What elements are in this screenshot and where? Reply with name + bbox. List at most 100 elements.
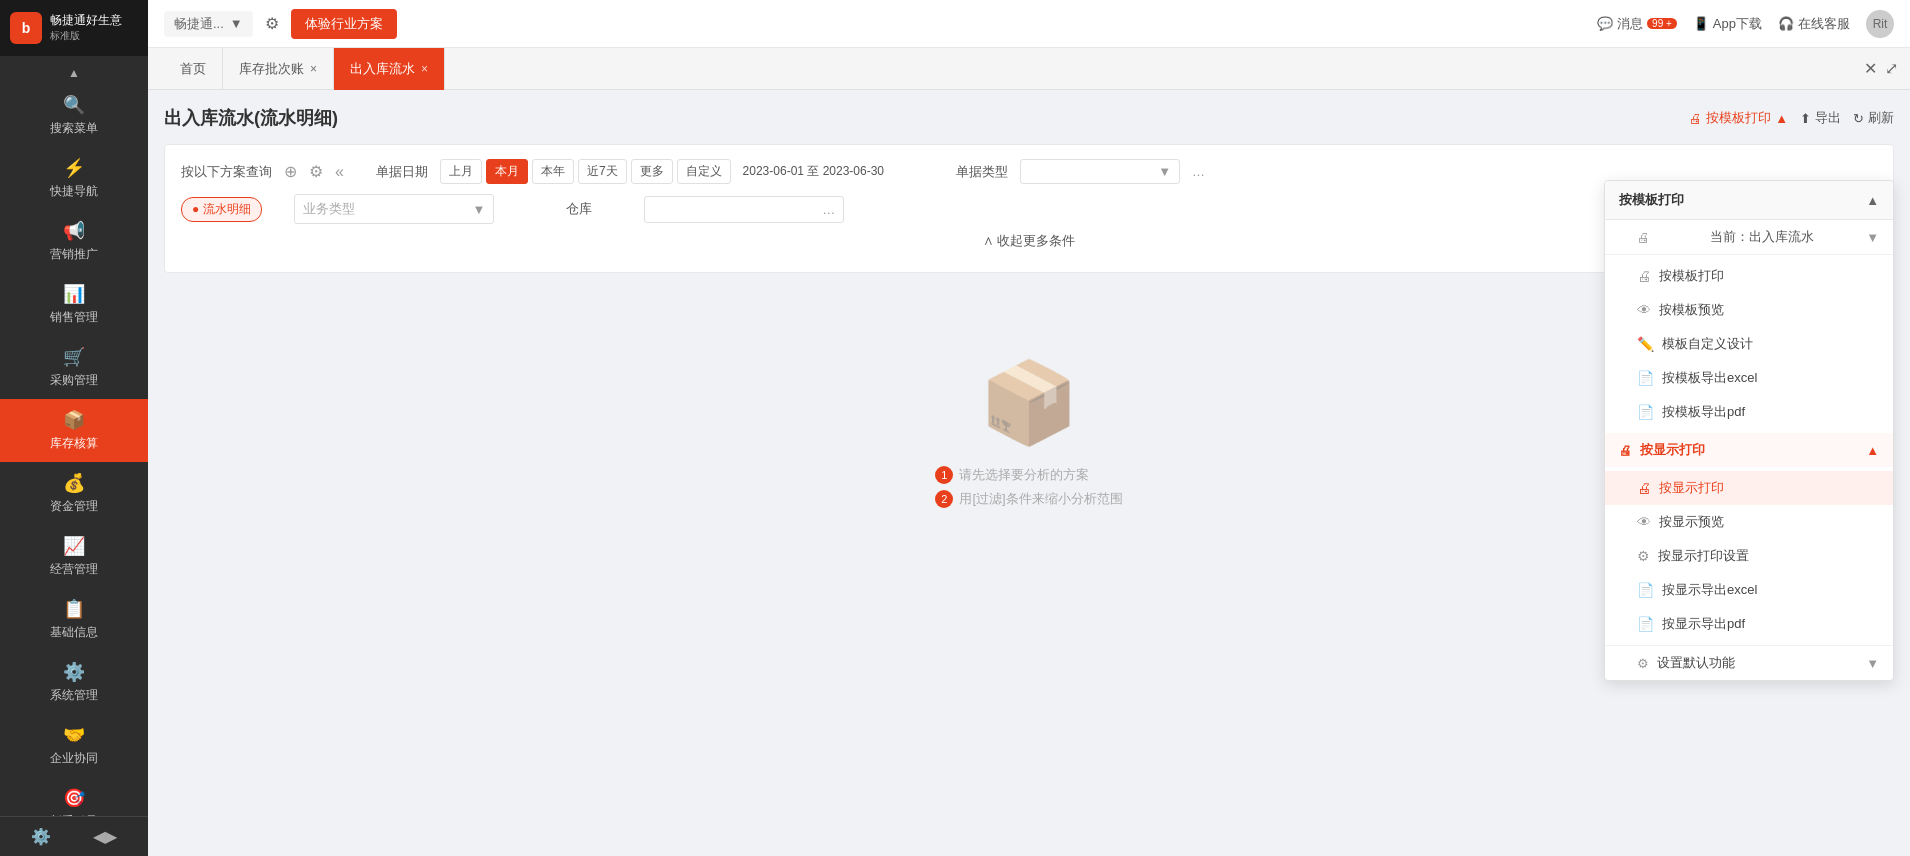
sidebar-item-search[interactable]: 🔍 搜索菜单 — [0, 84, 148, 147]
app-download-btn[interactable]: 📱 App下载 — [1693, 15, 1762, 33]
sidebar-item-quick-nav[interactable]: ⚡ 快捷导航 — [0, 147, 148, 210]
notification-badge: 99 + — [1647, 18, 1677, 29]
main-area: 畅捷通... ▼ ⚙ 体验行业方案 💬 消息 99 + 📱 App下载 🎧 在线… — [148, 0, 1910, 856]
download-icon: 📱 — [1693, 16, 1709, 31]
print-template-label: 按模板打印 — [1706, 109, 1771, 127]
print-template-btn[interactable]: 🖨 按模板打印 ▲ — [1689, 109, 1788, 127]
filter-settings-icon[interactable]: ⚙ — [309, 162, 323, 181]
sidebar-item-label: 快捷导航 — [50, 183, 98, 200]
enterprise-icon: 🤝 — [63, 724, 85, 746]
dp-display-settings[interactable]: ⚙ 按显示打印设置 — [1605, 539, 1893, 573]
tab-batch[interactable]: 库存批次账 × — [223, 48, 334, 90]
type-more-icon[interactable]: … — [1192, 164, 1205, 179]
dp-display-section-header[interactable]: 🖨 按显示打印 ▲ — [1605, 433, 1893, 467]
sidebar-item-label: 营销推广 — [50, 246, 98, 263]
dp-template-preview[interactable]: 👁 按模板预览 — [1605, 293, 1893, 327]
print-dropdown-panel: 按模板打印 ▲ 🖨 当前：出入库流水 ▼ 🖨 按模板打印 👁 按模板预览 — [1604, 180, 1894, 681]
dp-template-excel[interactable]: 📄 按模板导出excel — [1605, 361, 1893, 395]
dp-template-custom-label: 模板自定义设计 — [1662, 335, 1753, 353]
dp-display-print-icon: 🖨 — [1637, 480, 1651, 496]
sidebar-scroll-up[interactable]: ▲ — [0, 62, 148, 84]
dp-template-pdf[interactable]: 📄 按模板导出pdf — [1605, 395, 1893, 429]
page-title: 出入库流水(流水明细) — [164, 106, 338, 130]
date-btn-thismonth[interactable]: 本月 — [486, 159, 528, 184]
biz-type-select[interactable]: 业务类型 ▼ — [294, 194, 494, 224]
dp-collapse-icon[interactable]: ▲ — [1866, 193, 1879, 208]
date-btn-lastmonth[interactable]: 上月 — [440, 159, 482, 184]
hint-text-2: 用[过滤]条件来缩小分析范围 — [959, 490, 1122, 508]
sidebar-item-basic[interactable]: 📋 基础信息 — [0, 588, 148, 651]
sidebar-item-operation[interactable]: 📈 经营管理 — [0, 525, 148, 588]
sidebar-item-marketing[interactable]: 📢 营销推广 — [0, 210, 148, 273]
refresh-btn[interactable]: ↻ 刷新 — [1853, 109, 1894, 127]
dp-footer[interactable]: ⚙ 设置默认功能 ▼ — [1605, 645, 1893, 680]
dp-display-preview-label: 按显示预览 — [1659, 513, 1724, 531]
type-dropdown-arrow: ▼ — [1158, 164, 1171, 179]
sidebar-item-label: 库存核算 — [50, 435, 98, 452]
export-btn[interactable]: ⬆ 导出 — [1800, 109, 1841, 127]
dp-display-print[interactable]: 🖨 按显示打印 — [1605, 471, 1893, 505]
header-right: 💬 消息 99 + 📱 App下载 🎧 在线客服 Rit — [1597, 10, 1894, 38]
dp-template-custom[interactable]: ✏️ 模板自定义设计 — [1605, 327, 1893, 361]
dp-current-arrow: ▼ — [1866, 230, 1879, 245]
dp-display-section: 🖨 按显示打印 👁 按显示预览 ⚙ 按显示打印设置 📄 按显示导出excel 📄 — [1605, 467, 1893, 645]
tag-label: 流水明细 — [203, 201, 251, 218]
tab-home[interactable]: 首页 — [164, 48, 223, 90]
sidebar-bottom: ⚙️ ◀▶ — [0, 816, 148, 856]
tab-flow[interactable]: 出入库流水 × — [334, 48, 445, 90]
add-filter-icon[interactable]: ⊕ — [284, 162, 297, 181]
date-label: 单据日期 — [376, 163, 428, 181]
customer-service-btn[interactable]: 🎧 在线客服 — [1778, 15, 1850, 33]
close-window-icon[interactable]: ✕ — [1864, 59, 1877, 78]
sidebar-item-guide[interactable]: 🎯 新手引导 — [0, 777, 148, 816]
sidebar-item-label: 资金管理 — [50, 498, 98, 515]
type-select[interactable]: ▼ — [1020, 159, 1180, 184]
tab-flow-close[interactable]: × — [421, 62, 428, 76]
dp-header-icons: ▲ — [1866, 193, 1879, 208]
date-btn-custom[interactable]: 自定义 — [677, 159, 731, 184]
dp-display-pdf[interactable]: 📄 按显示导出pdf — [1605, 607, 1893, 641]
sidebar-item-purchase[interactable]: 🛒 采购管理 — [0, 336, 148, 399]
sidebar-item-label: 基础信息 — [50, 624, 98, 641]
user-name: 畅捷通... — [174, 15, 224, 33]
collapse-label: 收起更多条件 — [997, 233, 1075, 248]
filter-collapse-icon[interactable]: « — [335, 163, 344, 181]
date-btn-more[interactable]: 更多 — [631, 159, 673, 184]
hint-num-2: 2 — [935, 490, 953, 508]
header-settings-icon[interactable]: ⚙ — [265, 14, 279, 33]
dp-display-settings-icon: ⚙ — [1637, 548, 1650, 564]
tab-batch-close[interactable]: × — [310, 62, 317, 76]
sidebar-item-sales[interactable]: 📊 销售管理 — [0, 273, 148, 336]
user-avatar[interactable]: Rit — [1866, 10, 1894, 38]
date-btn-7days[interactable]: 近7天 — [578, 159, 627, 184]
settings-bottom-icon[interactable]: ⚙️ — [31, 827, 51, 846]
sidebar: b 畅捷通好生意 标准版 ▲ 🔍 搜索菜单 ⚡ 快捷导航 📢 营销推广 📊 销售… — [0, 0, 148, 856]
dp-template-print[interactable]: 🖨 按模板打印 — [1605, 259, 1893, 293]
operation-icon: 📈 — [63, 535, 85, 557]
app-name: 畅捷通好生意 — [50, 13, 122, 29]
warehouse-select[interactable]: … — [644, 196, 844, 223]
collapse-sidebar-icon[interactable]: ◀▶ — [93, 827, 117, 846]
sidebar-logo: b 畅捷通好生意 标准版 — [0, 0, 148, 56]
user-dropdown-icon: ▼ — [230, 16, 243, 31]
basic-icon: 📋 — [63, 598, 85, 620]
page-title-bar: 出入库流水(流水明细) 🖨 按模板打印 ▲ ⬆ 导出 ↻ 刷新 — [164, 106, 1894, 130]
dp-template-print-icon: 🖨 — [1637, 268, 1651, 284]
trial-button[interactable]: 体验行业方案 — [291, 9, 397, 39]
notification-btn[interactable]: 💬 消息 99 + — [1597, 15, 1677, 33]
tab-bar: 首页 库存批次账 × 出入库流水 × ✕ ⤢ — [148, 48, 1910, 90]
active-filter-tag[interactable]: ● 流水明细 — [181, 197, 262, 222]
customer-service-label: 在线客服 — [1798, 15, 1850, 33]
sidebar-item-inventory[interactable]: 📦 库存核算 — [0, 399, 148, 462]
date-btn-thisyear[interactable]: 本年 — [532, 159, 574, 184]
dp-display-preview[interactable]: 👁 按显示预览 — [1605, 505, 1893, 539]
expand-window-icon[interactable]: ⤢ — [1885, 59, 1898, 78]
sidebar-item-enterprise[interactable]: 🤝 企业协同 — [0, 714, 148, 777]
export-label: 导出 — [1815, 109, 1841, 127]
refresh-label: 刷新 — [1868, 109, 1894, 127]
user-selector[interactable]: 畅捷通... ▼ — [164, 11, 253, 37]
dp-template-pdf-label: 按模板导出pdf — [1662, 403, 1745, 421]
sidebar-item-finance[interactable]: 💰 资金管理 — [0, 462, 148, 525]
sidebar-item-system[interactable]: ⚙️ 系统管理 — [0, 651, 148, 714]
dp-display-excel[interactable]: 📄 按显示导出excel — [1605, 573, 1893, 607]
